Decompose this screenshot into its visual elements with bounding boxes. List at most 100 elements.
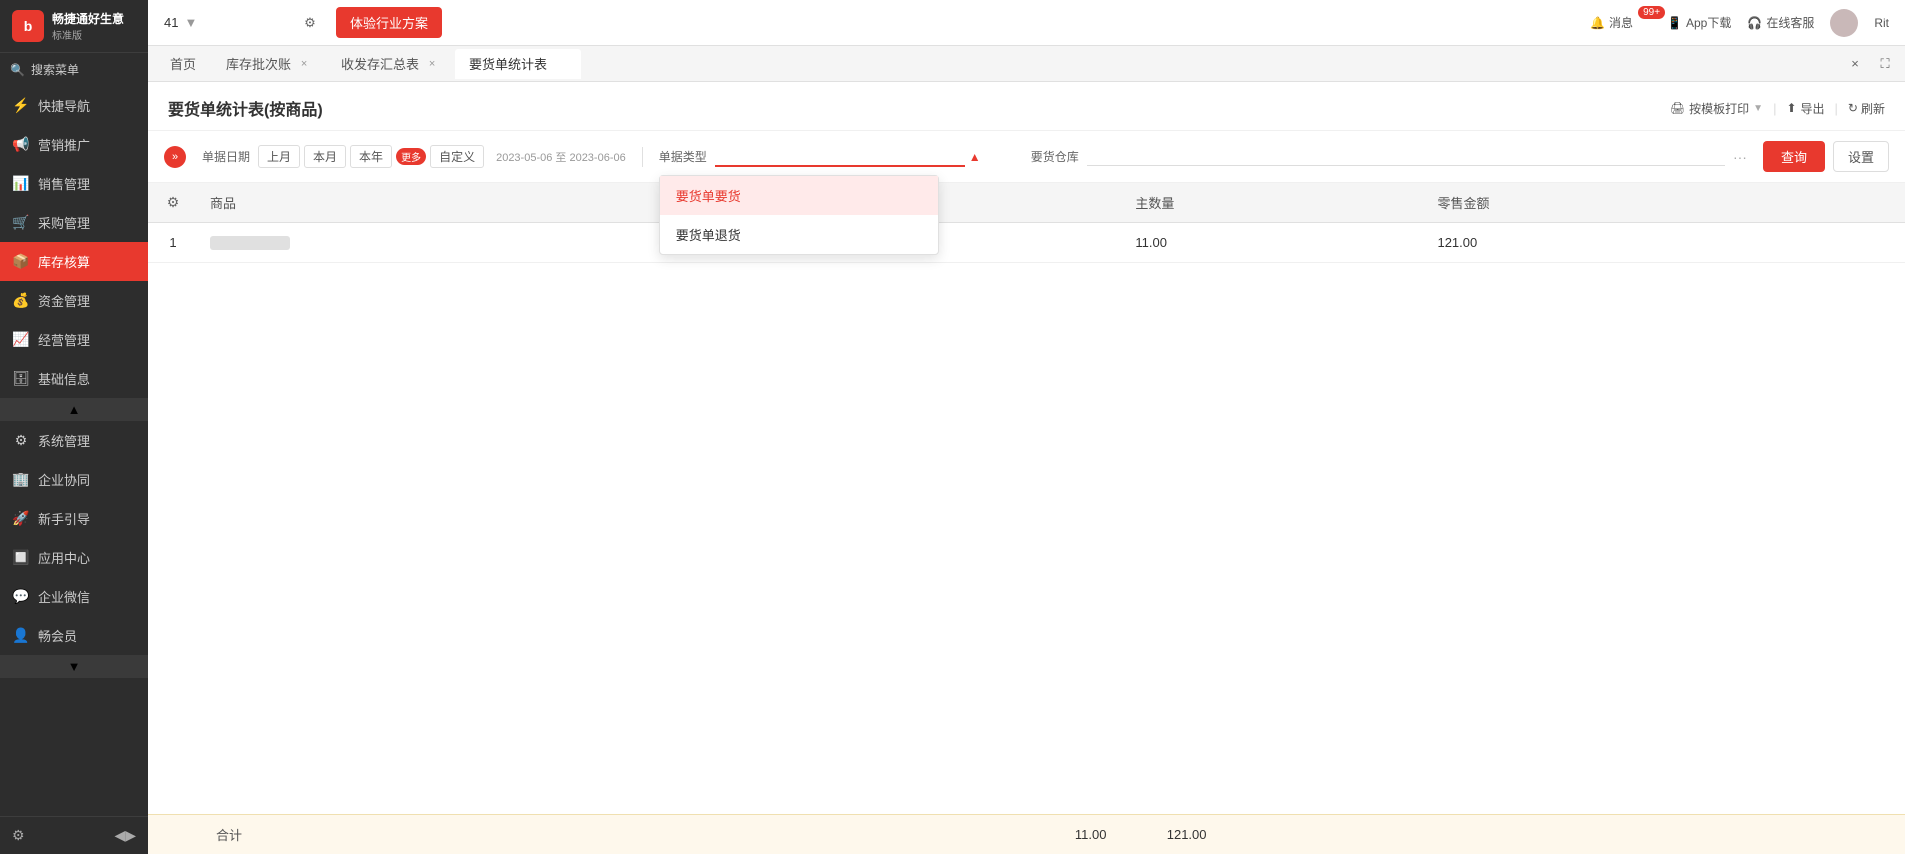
chevron-up-icon: ▲ — [68, 402, 81, 417]
store-selector[interactable]: 41 ▼ — [164, 15, 284, 30]
app-download-btn[interactable]: 📱 App下载 — [1667, 14, 1731, 31]
wechat-icon: 💬 — [12, 588, 30, 606]
query-btn[interactable]: 查询 — [1763, 141, 1825, 172]
export-label: 导出 — [1801, 100, 1825, 117]
date-btn-custom[interactable]: 自定义 — [430, 145, 484, 168]
sidebar-item-purchase[interactable]: 🛒 采购管理 — [0, 203, 148, 242]
print-icon: 🖨 — [1670, 101, 1685, 115]
industry-btn[interactable]: 体验行业方案 — [336, 7, 442, 38]
sidebar-item-guide[interactable]: 🚀 新手引导 — [0, 499, 148, 538]
online-service-btn[interactable]: 🎧 在线客服 — [1747, 14, 1814, 31]
sidebar-item-member[interactable]: 👤 畅会员 — [0, 616, 148, 655]
user-avatar[interactable] — [1830, 9, 1858, 37]
notifications-label: 消息 — [1609, 14, 1633, 31]
page-header: 要货单统计表(按商品) 🖨 按模板打印 ▼ | ⬆ 导出 | ↻ 刷新 — [148, 82, 1905, 131]
warehouse-filter-input[interactable] — [1087, 147, 1725, 166]
type-select-chevron[interactable]: ▲ — [969, 150, 981, 164]
data-table: ⚙ 商品 主计量单位 主数量 零售金额 1 — [148, 183, 1905, 263]
filter-expand-btn[interactable]: » — [164, 146, 186, 168]
tab-close-all-btn[interactable]: × — [1843, 52, 1867, 76]
table-row: 1 块 11.00 121.00 — [148, 223, 1905, 263]
tab-batch-account-close[interactable]: × — [297, 57, 311, 71]
col-header-quantity: 主数量 — [1123, 183, 1425, 223]
expand-icon: » — [172, 151, 178, 163]
print-template-btn[interactable]: 🖨 按模板打印 ▼ — [1670, 100, 1763, 117]
sales-icon: 📊 — [12, 175, 30, 193]
store-number: 41 — [164, 15, 178, 30]
tab-collection-summary-close[interactable]: × — [425, 57, 439, 71]
sidebar-item-sales[interactable]: 📊 销售管理 — [0, 164, 148, 203]
type-filter-group: 单据类型 ▲ 要货单要货 要货单退货 — [659, 147, 1015, 167]
settings-btn[interactable]: 设置 — [1833, 141, 1889, 172]
sidebar-settings-btn[interactable]: ⚙ — [12, 827, 25, 844]
page-actions: 🖨 按模板打印 ▼ | ⬆ 导出 | ↻ 刷新 — [1670, 100, 1885, 117]
date-filter-group: 单据日期 上月 本月 本年 更多 自定义 2023-05-06 至 2023-0… — [202, 145, 626, 168]
purchase-icon: 🛒 — [12, 214, 30, 232]
sidebar-item-system[interactable]: ⚙ 系统管理 — [0, 421, 148, 460]
sidebar-item-apps[interactable]: 🔲 应用中心 — [0, 538, 148, 577]
apps-icon: 🔲 — [12, 549, 30, 567]
footer-quantity: 11.00 — [1027, 827, 1127, 842]
date-btn-this-year[interactable]: 本年 — [350, 145, 392, 168]
tab-collection-summary-label: 收发存汇总表 — [341, 54, 419, 73]
refresh-label: 刷新 — [1861, 100, 1885, 117]
sidebar-item-enterprise[interactable]: 🏢 企业协同 — [0, 460, 148, 499]
product-name-masked — [210, 236, 290, 250]
tab-home[interactable]: 首页 — [156, 49, 210, 79]
sidebar-search[interactable]: 🔍 搜索菜单 — [0, 53, 148, 86]
sidebar-item-inventory[interactable]: 📦 库存核算 — [0, 242, 148, 281]
date-btn-this-month[interactable]: 本月 — [304, 145, 346, 168]
filter-separator — [642, 147, 643, 167]
sidebar-item-operations[interactable]: 📈 经营管理 — [0, 320, 148, 359]
warehouse-filter-label: 要货仓库 — [1031, 148, 1079, 165]
footer-amount: 121.00 — [1127, 827, 1227, 842]
bell-icon: 🔔 — [1590, 16, 1605, 30]
table-settings-icon[interactable]: ⚙ — [167, 194, 180, 210]
user-name[interactable]: Rit — [1874, 16, 1889, 30]
member-icon: 👤 — [12, 627, 30, 645]
sidebar-item-label: 企业协同 — [38, 470, 90, 489]
sidebar-scroll-up[interactable]: ▲ — [0, 398, 148, 421]
col-header-extra — [1790, 183, 1905, 223]
filter-more-btn[interactable]: ··· — [1733, 149, 1747, 165]
header-settings-btn[interactable]: ⚙ — [296, 9, 324, 37]
app-download-label: App下载 — [1686, 14, 1731, 31]
guide-icon: 🚀 — [12, 510, 30, 528]
date-btn-last-month[interactable]: 上月 — [258, 145, 300, 168]
date-filter-label: 单据日期 — [202, 148, 250, 165]
sidebar-item-wechat[interactable]: 💬 企业微信 — [0, 577, 148, 616]
type-select-wrapper: ▲ — [715, 147, 1015, 167]
tab-expand-btn[interactable]: ⛶ — [1873, 52, 1897, 76]
sidebar-item-label: 销售管理 — [38, 174, 90, 193]
col-header-product: 商品 — [198, 183, 697, 223]
tab-collection-summary[interactable]: 收发存汇总表 × — [327, 49, 453, 79]
sidebar: b 畅捷通好生意 标准版 🔍 搜索菜单 ⚡ 快捷导航 📢 营销推广 📊 销售管理… — [0, 0, 148, 854]
sidebar-scroll-down[interactable]: ▼ — [0, 655, 148, 678]
divider: | — [1773, 101, 1776, 116]
sidebar-item-marketing[interactable]: 📢 营销推广 — [0, 125, 148, 164]
type-select-input[interactable] — [715, 147, 965, 167]
sidebar-item-basic-info[interactable]: 🗄 基础信息 — [0, 359, 148, 398]
tab-home-label: 首页 — [170, 54, 196, 73]
tab-order-summary-close[interactable]: × — [553, 57, 567, 71]
logo-icon: b — [12, 10, 44, 42]
dropdown-item-order-return[interactable]: 要货单退货 — [660, 215, 938, 254]
tab-batch-account[interactable]: 库存批次账 × — [212, 49, 325, 79]
main-area: 41 ▼ ⚙ 体验行业方案 🔔 消息 99+ 📱 App下载 🎧 在线客服 Ri… — [148, 0, 1905, 854]
warehouse-filter-group: 要货仓库 ··· — [1031, 147, 1747, 166]
sidebar-footer: ⚙ ◀▶ — [0, 816, 148, 854]
tab-order-summary[interactable]: 要货单统计表 × — [455, 49, 581, 79]
notifications-btn[interactable]: 🔔 消息 99+ — [1590, 14, 1651, 31]
export-icon: ⬆ — [1786, 101, 1796, 115]
sidebar-nav: ⚡ 快捷导航 📢 营销推广 📊 销售管理 🛒 采购管理 📦 库存核算 💰 资金管… — [0, 86, 148, 816]
page-title: 要货单统计表(按商品) — [168, 96, 323, 120]
export-btn[interactable]: ⬆ 导出 — [1786, 100, 1824, 117]
tab-bar: 首页 库存批次账 × 收发存汇总表 × 要货单统计表 × × ⛶ — [148, 46, 1905, 82]
sidebar-collapse-btn[interactable]: ◀▶ — [114, 827, 136, 844]
refresh-btn[interactable]: ↻ 刷新 — [1848, 100, 1885, 117]
sidebar-logo[interactable]: b 畅捷通好生意 标准版 — [0, 0, 148, 53]
sidebar-item-quick-nav[interactable]: ⚡ 快捷导航 — [0, 86, 148, 125]
dropdown-item-order-goods[interactable]: 要货单要货 — [660, 176, 938, 215]
sidebar-item-finance[interactable]: 💰 资金管理 — [0, 281, 148, 320]
date-badge-more[interactable]: 更多 — [396, 148, 426, 165]
